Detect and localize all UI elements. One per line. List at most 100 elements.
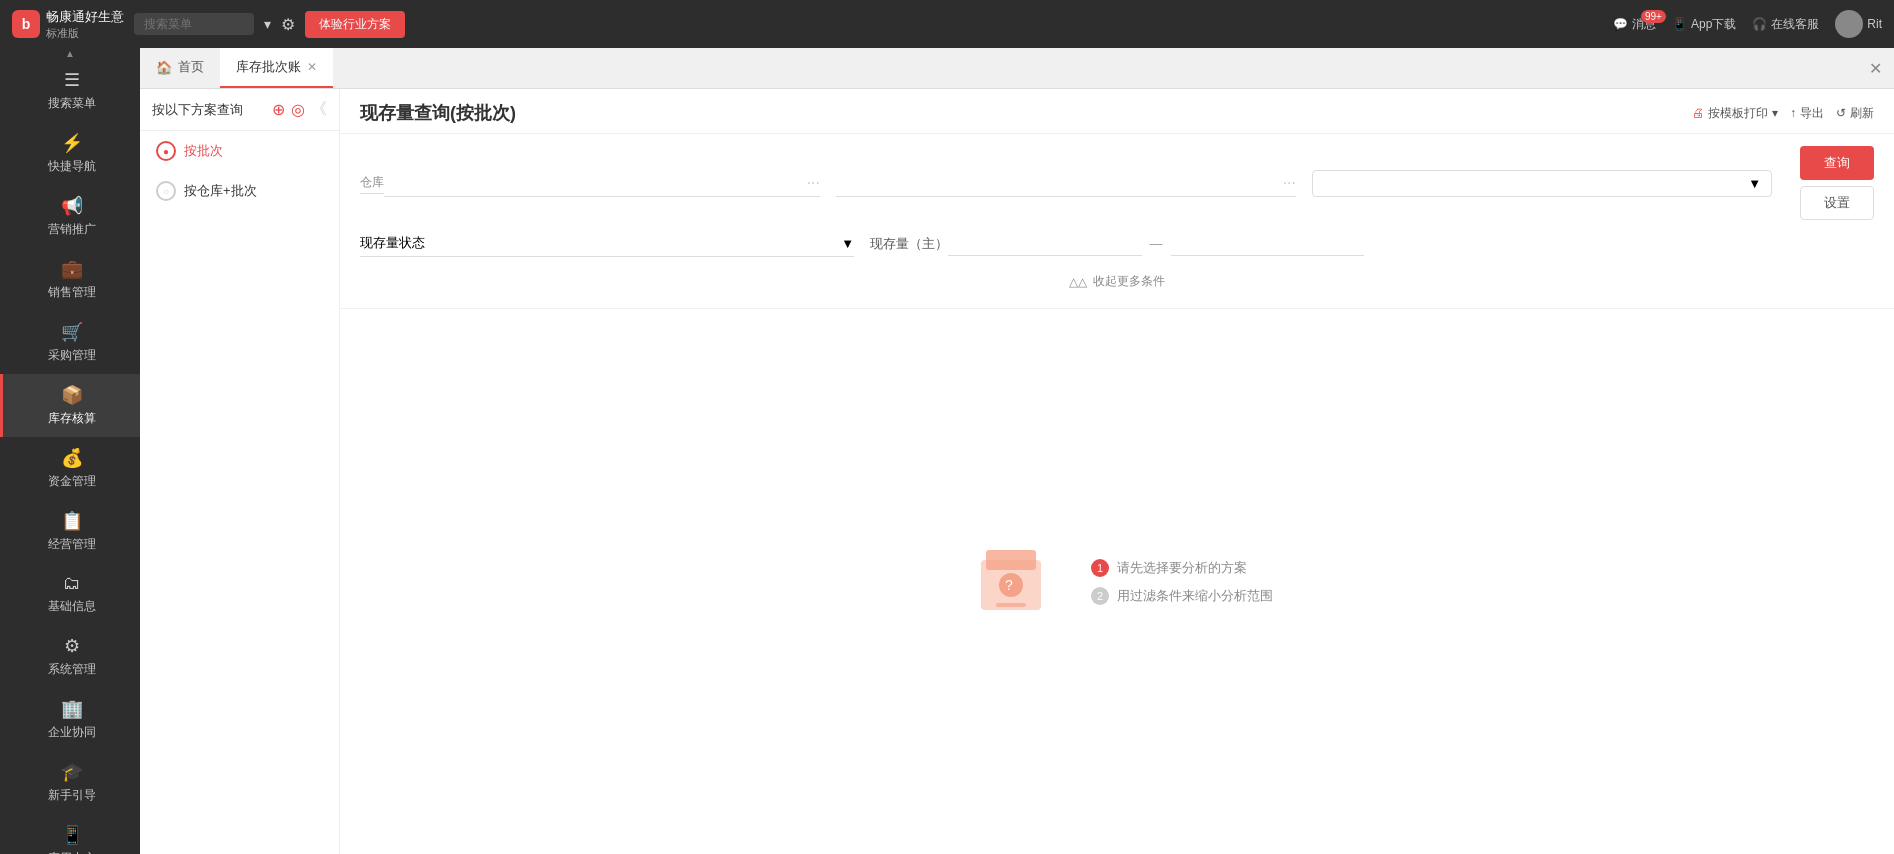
purchase-icon: 🛒 [61,321,83,343]
left-panel: 按以下方案查询 ⊕ ◎ 《 ● 按批次 ○ 按仓库+批次 [140,89,340,854]
sidebar-item-inventory[interactable]: 📦 库存核算 [0,374,140,437]
experience-btn[interactable]: 体验行业方案 [305,11,405,38]
header-gear-btn[interactable]: ⚙ [281,15,295,34]
online-service-action[interactable]: 🎧 在线客服 [1752,16,1819,33]
stock-qty-filter: 现存量（主） — [870,232,1364,256]
warehouse-input[interactable] [384,175,807,190]
stock-qty-min-input[interactable] [948,236,1116,251]
status-chevron-icon: ▼ [1748,176,1761,191]
tab-close-btn[interactable]: ✕ [307,60,317,74]
scheme-icon-by-warehouse-batch: ○ [156,181,176,201]
home-icon: 🏠 [156,60,172,75]
sidebar-label-enterprise-coop: 企业协同 [48,724,96,741]
header-search-input[interactable] [134,13,254,35]
sidebar: ▲ ☰ 搜索菜单 ⚡ 快捷导航 📢 营销推广 💼 销售管理 🛒 采购管理 📦 库… [0,48,140,854]
scheme-icon-by-batch: ● [156,141,176,161]
collapse-more-btn[interactable]: △△ 收起更多条件 [360,267,1874,296]
sidebar-label-search-menu: 搜索菜单 [48,95,96,112]
left-panel-header: 按以下方案查询 ⊕ ◎ 《 [140,89,339,131]
sidebar-item-enterprise-coop[interactable]: 🏢 企业协同 [0,688,140,751]
sidebar-item-sales[interactable]: 💼 销售管理 [0,248,140,311]
page-title-bar: 现存量查询(按批次) 🖨 按模板打印 ▾ ↑ 导出 ↺ [340,89,1894,134]
sidebar-label-base-info: 基础信息 [48,598,96,615]
svg-rect-1 [986,550,1036,570]
stock-status-chevron: ▼ [841,236,854,251]
app-download-action[interactable]: 📱 App下载 [1672,16,1736,33]
sidebar-label-quick-nav: 快捷导航 [48,158,96,175]
stock-qty-max-input[interactable] [1171,236,1339,251]
collapse-more-label: 收起更多条件 [1093,273,1165,290]
stock-status-label: 现存量状态 [360,234,425,252]
close-all-tabs-btn[interactable]: ✕ [1857,51,1894,86]
sidebar-item-quick-nav[interactable]: ⚡ 快捷导航 [0,122,140,185]
refresh-icon: ↺ [1836,106,1846,120]
system-icon: ⚙ [64,635,80,657]
query-btn[interactable]: 查询 [1800,146,1874,180]
print-chevron-icon: ▾ [1772,106,1778,120]
filter-area: 仓库 ··· ··· [340,134,1894,309]
sidebar-item-marketing[interactable]: 📢 营销推广 [0,185,140,248]
warehouse-input-wrap: ··· [384,170,820,197]
sidebar-scroll-up[interactable]: ▲ [0,48,140,59]
sidebar-item-new-guide[interactable]: 🎓 新手引导 [0,751,140,814]
print-btn[interactable]: 🖨 按模板打印 ▾ [1692,105,1778,122]
inventory-icon: 📦 [61,384,83,406]
sidebar-item-finance[interactable]: 💰 资金管理 [0,437,140,500]
right-panel: 现存量查询(按批次) 🖨 按模板打印 ▾ ↑ 导出 ↺ [340,89,1894,854]
header-dropdown-btn[interactable]: ▾ [264,16,271,32]
tab-batch-account[interactable]: 库存批次账 ✕ [220,48,333,88]
page-title-actions: 🖨 按模板打印 ▾ ↑ 导出 ↺ 刷新 [1692,105,1874,122]
header-right: 💬 消息 99+ 📱 App下载 🎧 在线客服 Rit [1613,10,1882,38]
left-panel-actions: ⊕ ◎ 《 [272,99,327,120]
stock-qty-label: 现存量（主） [870,235,948,253]
empty-tip-2: 2 用过滤条件来缩小分析范围 [1091,587,1273,605]
tip-text-2: 用过滤条件来缩小分析范围 [1117,587,1273,605]
collapse-panel-btn[interactable]: 《 [311,99,327,120]
message-icon: 💬 [1613,17,1628,31]
empty-tips: 1 请先选择要分析的方案 2 用过滤条件来缩小分析范围 [1091,559,1273,605]
product-input[interactable] [836,175,1283,190]
tab-home-label: 首页 [178,58,204,76]
app-name: 畅康通好生意 [46,8,124,26]
sidebar-item-app-center[interactable]: 📱 应用中心 [0,814,140,854]
stock-qty-dash: — [1150,236,1163,251]
scheme-settings-btn[interactable]: ◎ [291,99,305,120]
sidebar-item-operations[interactable]: 📋 经营管理 [0,500,140,563]
content-area: 🏠 首页 库存批次账 ✕ ✕ 按以下方案查询 ⊕ ◎ 《 [140,48,1894,854]
sidebar-label-marketing: 营销推广 [48,221,96,238]
collapse-more-icon: △△ [1069,275,1087,289]
app-center-icon: 📱 [61,824,83,846]
sidebar-item-purchase[interactable]: 🛒 采购管理 [0,311,140,374]
phone-icon: 📱 [1672,17,1687,31]
sidebar-label-finance: 资金管理 [48,473,96,490]
sidebar-item-system[interactable]: ⚙ 系统管理 [0,625,140,688]
user-area[interactable]: Rit [1835,10,1882,38]
print-btn-label: 按模板打印 [1708,105,1768,122]
filter-settings-btn[interactable]: 设置 [1800,186,1874,220]
refresh-btn[interactable]: ↺ 刷新 [1836,105,1874,122]
status-dropdown[interactable]: ▼ [1312,170,1772,197]
header-left: b 畅康通好生意 标准版 ▾ ⚙ 体验行业方案 [12,8,405,41]
sidebar-label-app-center: 应用中心 [48,850,96,854]
warehouse-dots-btn[interactable]: ··· [807,174,820,192]
tab-home[interactable]: 🏠 首页 [140,48,220,88]
marketing-icon: 📢 [61,195,83,217]
tip-text-1: 请先选择要分析的方案 [1117,559,1247,577]
headset-icon: 🎧 [1752,17,1767,31]
tab-bar: 🏠 首页 库存批次账 ✕ ✕ [140,48,1894,89]
search-menu-icon: ☰ [64,69,80,91]
product-dots-btn[interactable]: ··· [1283,174,1296,192]
logo-icon: b [12,10,40,38]
sidebar-label-operations: 经营管理 [48,536,96,553]
scheme-item-by-batch[interactable]: ● 按批次 [140,131,339,171]
messages-action[interactable]: 💬 消息 99+ [1613,16,1656,33]
sidebar-item-base-info[interactable]: 🗂 基础信息 [0,563,140,625]
sidebar-item-search-menu[interactable]: ☰ 搜索菜单 [0,59,140,122]
add-scheme-btn[interactable]: ⊕ [272,99,285,120]
scheme-item-by-warehouse-batch[interactable]: ○ 按仓库+批次 [140,171,339,211]
new-guide-icon: 🎓 [61,761,83,783]
filter-row-1: 仓库 ··· ··· [360,146,1874,220]
export-btn[interactable]: ↑ 导出 [1790,105,1824,122]
page-content: 按以下方案查询 ⊕ ◎ 《 ● 按批次 ○ 按仓库+批次 [140,89,1894,854]
empty-tip-1: 1 请先选择要分析的方案 [1091,559,1273,577]
